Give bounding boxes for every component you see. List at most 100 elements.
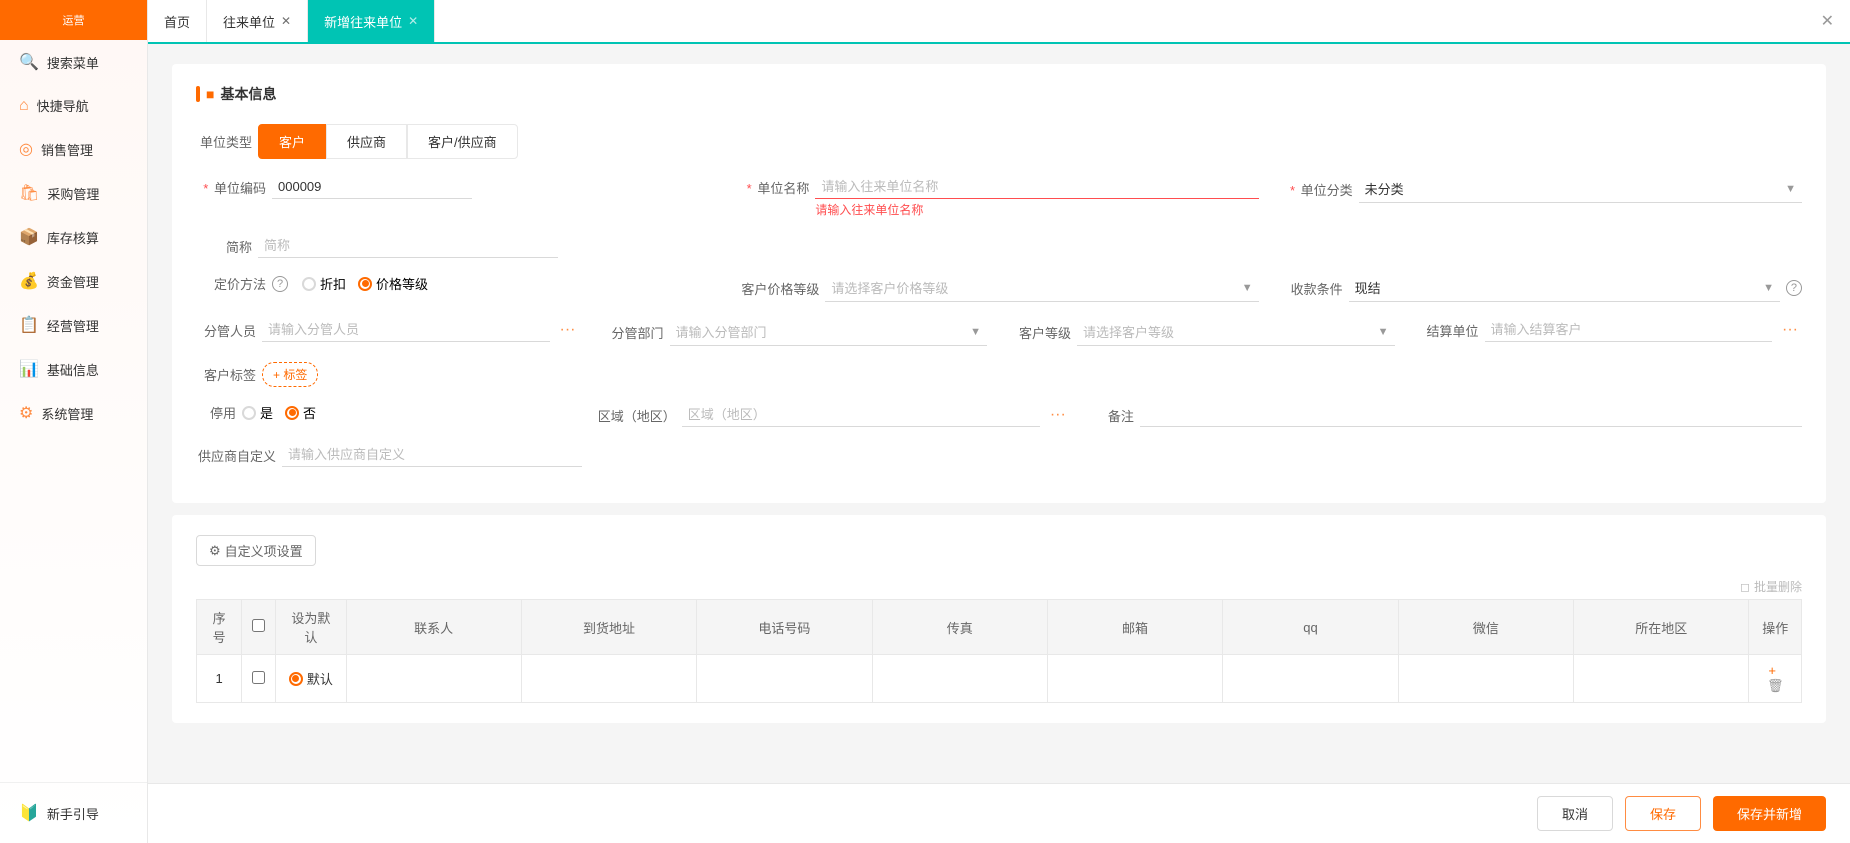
default-radio[interactable] xyxy=(289,672,303,686)
sidebar-item-label: 基础信息 xyxy=(47,360,99,379)
row-qq[interactable] xyxy=(1223,655,1399,703)
unit-name-error: 请输入往来单位名称 xyxy=(815,201,1258,218)
contact-input[interactable] xyxy=(357,671,511,686)
region-input[interactable] xyxy=(682,403,1040,427)
row-wechat[interactable] xyxy=(1398,655,1573,703)
sidebar-item-inventory[interactable]: 📦 库存核算 xyxy=(0,215,147,259)
supervisor-more-btn[interactable]: ··· xyxy=(556,321,580,339)
sidebar-item-sales[interactable]: ◎ 销售管理 xyxy=(0,127,147,171)
row-address[interactable] xyxy=(521,655,696,703)
unit-name-field-wrapper: * 单位名称 请输入往来单位名称 xyxy=(739,175,1258,218)
col-seq: 序号 xyxy=(197,600,242,655)
sidebar-item-operation[interactable]: 📋 经营管理 xyxy=(0,303,147,347)
sidebar-item-finance[interactable]: 💰 资金管理 xyxy=(0,259,147,303)
sidebar-item-search[interactable]: 🔍 搜索菜单 xyxy=(0,40,147,84)
sidebar-item-system[interactable]: ⚙ 系统管理 xyxy=(0,391,147,435)
customer-level-select[interactable]: 请选择客户等级 ▼ xyxy=(1077,318,1395,346)
email-input[interactable] xyxy=(1058,671,1212,686)
settlement-unit-label: 结算单位 xyxy=(1419,321,1479,340)
tab-home[interactable]: 首页 xyxy=(148,0,207,42)
sidebar-item-guide[interactable]: 🔰 新手引导 xyxy=(0,791,147,835)
close-all-tabs[interactable]: ✕ xyxy=(1805,0,1850,42)
payment-help-icon[interactable]: ? xyxy=(1786,280,1802,296)
unit-code-field: * 单位编码 xyxy=(196,175,715,199)
bottom-bar: 取消 保存 保存并新增 xyxy=(148,783,1850,843)
settlement-unit-input[interactable] xyxy=(1485,318,1773,342)
tab-new-partner[interactable]: 新增往来单位 ✕ xyxy=(308,0,435,42)
supplier-custom-input[interactable] xyxy=(282,443,582,467)
supervisor-input[interactable] xyxy=(262,318,550,342)
discount-radio[interactable] xyxy=(302,277,316,291)
row-default: 默认 xyxy=(276,655,346,703)
disabled-yes-radio[interactable] xyxy=(242,406,256,420)
short-name-input[interactable] xyxy=(258,234,558,258)
qq-input[interactable] xyxy=(1233,671,1388,686)
section-title-text: 基本信息 xyxy=(220,84,276,104)
customer-price-level-select[interactable]: 请选择客户价格等级 ▼ xyxy=(825,274,1258,302)
short-name-label: 简称 xyxy=(196,237,252,256)
unit-type-customer[interactable]: 客户 xyxy=(258,124,326,159)
unit-type-supplier[interactable]: 供应商 xyxy=(326,124,407,159)
sidebar-item-quicknav[interactable]: ⌂ 快捷导航 xyxy=(0,84,147,127)
table-card: ⚙ 自定义项设置 ◻ 批量删除 序号 设为默认 联系人 到货地址 xyxy=(172,515,1826,723)
row-region[interactable] xyxy=(1574,655,1749,703)
payment-terms-value: 现结 xyxy=(1355,278,1381,297)
address-input[interactable] xyxy=(532,671,686,686)
payment-terms-field: 收款条件 现结 ▼ ? xyxy=(1283,274,1802,302)
customer-price-level-label: 客户价格等级 xyxy=(739,279,819,298)
row-region-input[interactable] xyxy=(1584,671,1738,686)
disabled-yes-option[interactable]: 是 xyxy=(242,403,273,422)
row-phone[interactable] xyxy=(697,655,872,703)
unit-type-buttons: 客户 供应商 客户/供应商 xyxy=(258,124,518,159)
custom-settings-button[interactable]: ⚙ 自定义项设置 xyxy=(196,535,316,566)
unit-category-select[interactable]: 未分类 ▼ xyxy=(1359,175,1802,203)
fax-input[interactable] xyxy=(883,671,1037,686)
tab-partners-close[interactable]: ✕ xyxy=(281,14,291,28)
department-select[interactable]: 请输入分管部门 ▼ xyxy=(670,318,988,346)
sidebar-item-basic[interactable]: 📊 基础信息 xyxy=(0,347,147,391)
wechat-input[interactable] xyxy=(1409,671,1563,686)
unit-code-input[interactable] xyxy=(272,175,472,199)
row-select-checkbox[interactable] xyxy=(252,671,265,684)
remark-input[interactable] xyxy=(1140,403,1802,427)
cancel-button[interactable]: 取消 xyxy=(1537,796,1613,831)
phone-input[interactable] xyxy=(707,671,861,686)
row-contact[interactable] xyxy=(346,655,521,703)
add-tag-button[interactable]: + 标签 xyxy=(262,362,318,387)
section-title: ■ 基本信息 xyxy=(196,84,1802,104)
unit-type-both[interactable]: 客户/供应商 xyxy=(407,124,518,159)
pricing-help-icon[interactable]: ? xyxy=(272,276,288,292)
supplier-custom-field: 供应商自定义 xyxy=(196,443,1802,467)
delete-row-btn[interactable]: 🗑 xyxy=(1767,678,1784,693)
table-body: 1 默认 xyxy=(197,655,1802,703)
disabled-no-option[interactable]: 否 xyxy=(285,403,316,422)
region-more-btn[interactable]: ··· xyxy=(1046,406,1070,424)
payment-terms-label: 收款条件 xyxy=(1283,279,1343,298)
tab-new-partner-close[interactable]: ✕ xyxy=(408,14,418,28)
sidebar-item-purchase[interactable]: 🛍 采购管理 xyxy=(0,171,147,215)
payment-terms-select[interactable]: 现结 ▼ xyxy=(1349,274,1780,302)
row-email[interactable] xyxy=(1047,655,1222,703)
region-field: 区域（地区） ··· xyxy=(598,403,1070,427)
tab-partners[interactable]: 往来单位 ✕ xyxy=(207,0,308,42)
basic-icon: 📊 xyxy=(19,359,39,379)
supplier-custom-label: 供应商自定义 xyxy=(196,446,276,465)
save-button[interactable]: 保存 xyxy=(1625,796,1701,831)
unit-category-field: * 单位分类 未分类 ▼ xyxy=(1283,175,1802,203)
row-checkbox xyxy=(242,655,276,703)
pricing-radio-group: 折扣 价格等级 xyxy=(302,274,428,293)
pricing-pricelevel-option[interactable]: 价格等级 xyxy=(358,274,428,293)
gear-icon: ⚙ xyxy=(209,543,221,559)
disabled-no-radio[interactable] xyxy=(285,406,299,420)
batch-delete-area[interactable]: ◻ 批量删除 xyxy=(196,578,1802,595)
settlement-more-btn[interactable]: ··· xyxy=(1778,321,1802,339)
add-row-btn[interactable]: + xyxy=(1768,663,1776,678)
save-new-button[interactable]: 保存并新增 xyxy=(1713,796,1826,831)
purchase-icon: 🛍 xyxy=(19,183,39,203)
row-fax[interactable] xyxy=(872,655,1047,703)
default-radio-item[interactable]: 默认 xyxy=(286,669,335,688)
unit-name-input[interactable] xyxy=(815,175,1258,199)
pricelevel-radio[interactable] xyxy=(358,277,372,291)
pricing-discount-option[interactable]: 折扣 xyxy=(302,274,346,293)
select-all-checkbox[interactable] xyxy=(252,619,265,632)
